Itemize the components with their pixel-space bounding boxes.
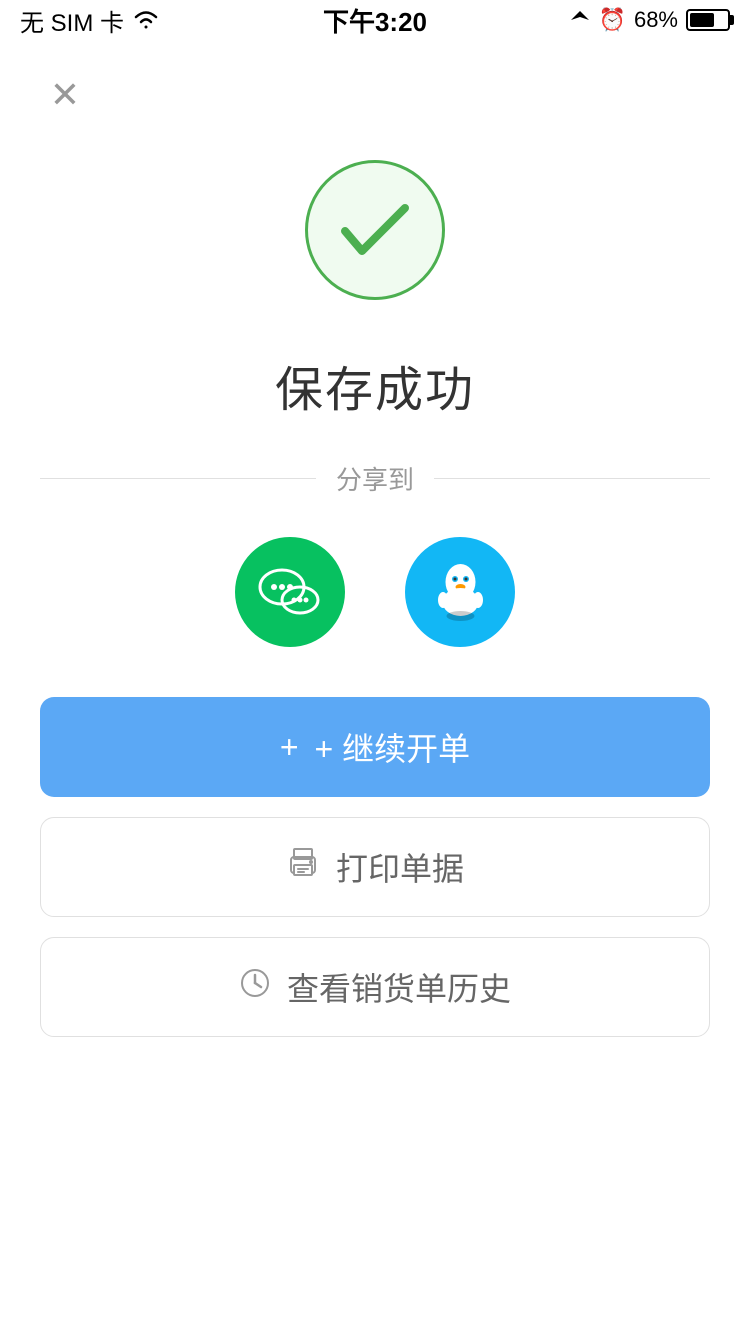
continue-label: + 继续开单 — [315, 724, 471, 770]
wechat-icon — [258, 565, 323, 620]
alarm-icon: ⏰ — [599, 7, 626, 33]
qq-share-button[interactable] — [405, 537, 515, 647]
battery-percent: 68% — [634, 7, 678, 33]
battery-fill — [690, 13, 714, 27]
close-icon: ✕ — [50, 77, 80, 113]
wifi-icon — [132, 9, 160, 31]
share-label: 分享到 — [336, 460, 414, 497]
action-buttons: + + 继续开单 打印单据 — [40, 697, 710, 1037]
success-title: 保存成功 — [275, 350, 475, 420]
location-icon — [569, 9, 591, 31]
main-content: ✕ 保存成功 分享到 — [0, 40, 750, 1334]
printer-icon — [286, 847, 320, 887]
share-icons — [40, 537, 710, 647]
checkmark-icon — [340, 203, 410, 258]
battery-icon — [686, 9, 730, 31]
status-bar: 无 SIM 卡 下午3:20 ⏰ 68% — [0, 0, 750, 40]
status-left: 无 SIM 卡 — [20, 3, 160, 38]
no-sim-text: 无 SIM 卡 — [20, 3, 124, 38]
continue-button[interactable]: + + 继续开单 — [40, 697, 710, 797]
close-button[interactable]: ✕ — [40, 70, 90, 120]
divider-left — [40, 478, 316, 479]
share-section: 分享到 — [40, 460, 710, 647]
plus-icon: + — [280, 729, 299, 766]
history-button[interactable]: 查看销货单历史 — [40, 937, 710, 1037]
print-button[interactable]: 打印单据 — [40, 817, 710, 917]
success-circle — [305, 160, 445, 300]
clock-icon — [239, 967, 271, 1007]
divider-right — [434, 478, 710, 479]
qq-icon — [433, 560, 488, 625]
print-label: 打印单据 — [336, 844, 464, 890]
status-time: 下午3:20 — [323, 2, 427, 39]
status-right: ⏰ 68% — [569, 7, 730, 33]
share-divider: 分享到 — [40, 460, 710, 497]
wechat-share-button[interactable] — [235, 537, 345, 647]
history-label: 查看销货单历史 — [287, 964, 511, 1010]
success-section: 保存成功 — [275, 160, 475, 420]
